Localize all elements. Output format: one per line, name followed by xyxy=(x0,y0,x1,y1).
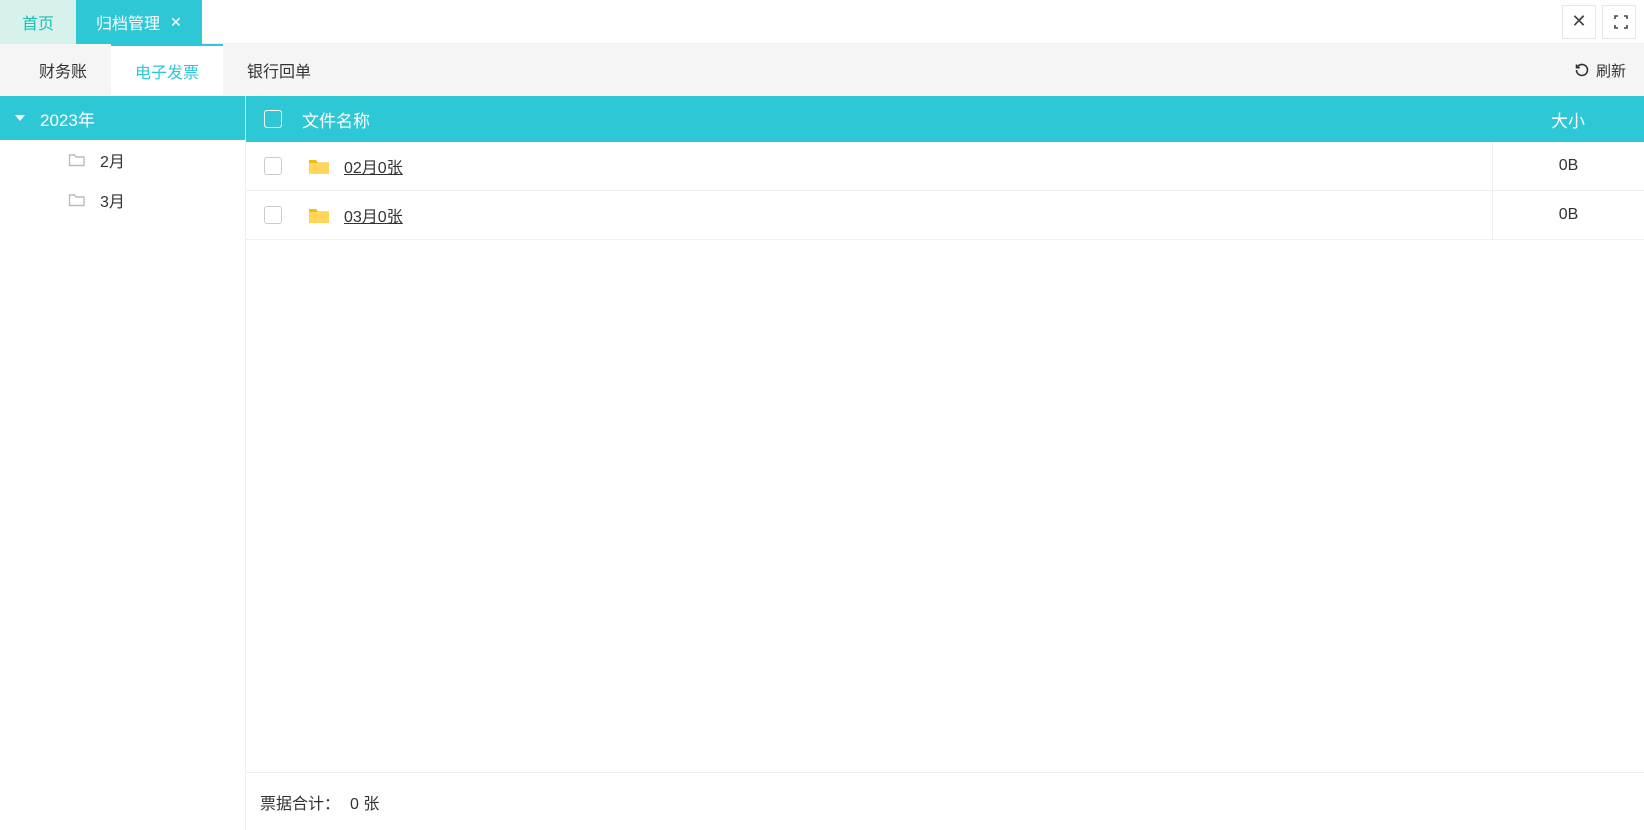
main: 2023年 2月 3月 文件名称 大小 02月0张 xyxy=(0,96,1644,830)
folder-link[interactable]: 03月0张 xyxy=(344,203,403,227)
row-size-cell: 0B xyxy=(1492,142,1644,190)
footer-label: 票据合计： xyxy=(260,790,340,814)
folder-icon xyxy=(308,206,330,224)
close-icon[interactable]: ✕ xyxy=(170,15,182,29)
col-header-size: 大小 xyxy=(1492,107,1644,132)
close-icon: ✕ xyxy=(1571,11,1586,32)
row-name-cell: 03月0张 xyxy=(300,203,1492,227)
row-name-cell: 02月0张 xyxy=(300,154,1492,178)
tree-year-2023[interactable]: 2023年 xyxy=(0,96,245,140)
sub-tab-einvoice[interactable]: 电子发票 xyxy=(111,44,223,96)
content-area: 文件名称 大小 02月0张 0B 03月0张 0B xyxy=(246,96,1644,830)
tree-month-2[interactable]: 2月 xyxy=(0,140,245,180)
refresh-label: 刷新 xyxy=(1596,60,1626,81)
sub-tab-finance[interactable]: 财务账 xyxy=(15,44,111,96)
sub-tabs: 财务账 电子发票 银行回单 刷新 xyxy=(0,44,1644,96)
tab-home[interactable]: 首页 xyxy=(0,0,76,44)
top-tabs: 首页 归档管理 ✕ ✕ xyxy=(0,0,1644,44)
folder-icon xyxy=(308,157,330,175)
row-checkbox[interactable] xyxy=(264,157,282,175)
col-header-name: 文件名称 xyxy=(300,107,1492,132)
row-check-cell xyxy=(246,157,300,175)
folder-link[interactable]: 02月0张 xyxy=(344,154,403,178)
footer-summary: 票据合计： 0 张 xyxy=(246,772,1644,830)
tab-archive-management[interactable]: 归档管理 ✕ xyxy=(76,0,202,44)
tree-month-label: 2月 xyxy=(100,148,125,172)
sub-tab-finance-label: 财务账 xyxy=(39,58,87,82)
row-check-cell xyxy=(246,206,300,224)
folder-icon xyxy=(68,192,86,208)
tab-home-label: 首页 xyxy=(22,10,54,34)
fullscreen-icon xyxy=(1613,14,1629,30)
refresh-icon xyxy=(1574,62,1590,78)
tree-month-label: 3月 xyxy=(100,188,125,212)
sub-tab-einvoice-label: 电子发票 xyxy=(135,59,199,83)
sub-tab-bankreceipt[interactable]: 银行回单 xyxy=(223,44,335,96)
folder-icon xyxy=(68,152,86,168)
table-header: 文件名称 大小 xyxy=(246,96,1644,142)
tab-archive-label: 归档管理 xyxy=(96,10,160,34)
checkbox-select-all[interactable] xyxy=(264,110,282,128)
sub-bar-right: 刷新 xyxy=(1574,60,1644,81)
sub-tab-bankreceipt-label: 银行回单 xyxy=(247,58,311,82)
refresh-button[interactable]: 刷新 xyxy=(1574,60,1626,81)
tree-month-3[interactable]: 3月 xyxy=(0,180,245,220)
table-row: 02月0张 0B xyxy=(246,142,1644,191)
tree-year-label: 2023年 xyxy=(40,106,95,131)
col-select-all xyxy=(246,110,300,128)
row-checkbox[interactable] xyxy=(264,206,282,224)
fullscreen-button[interactable] xyxy=(1602,5,1636,39)
caret-down-icon xyxy=(14,112,26,124)
sidebar-tree: 2023年 2月 3月 xyxy=(0,96,246,830)
footer-count: 0 张 xyxy=(350,790,379,814)
table-row: 03月0张 0B xyxy=(246,191,1644,240)
top-right-controls: ✕ xyxy=(1556,5,1644,39)
row-size-cell: 0B xyxy=(1492,191,1644,239)
close-all-button[interactable]: ✕ xyxy=(1562,5,1596,39)
